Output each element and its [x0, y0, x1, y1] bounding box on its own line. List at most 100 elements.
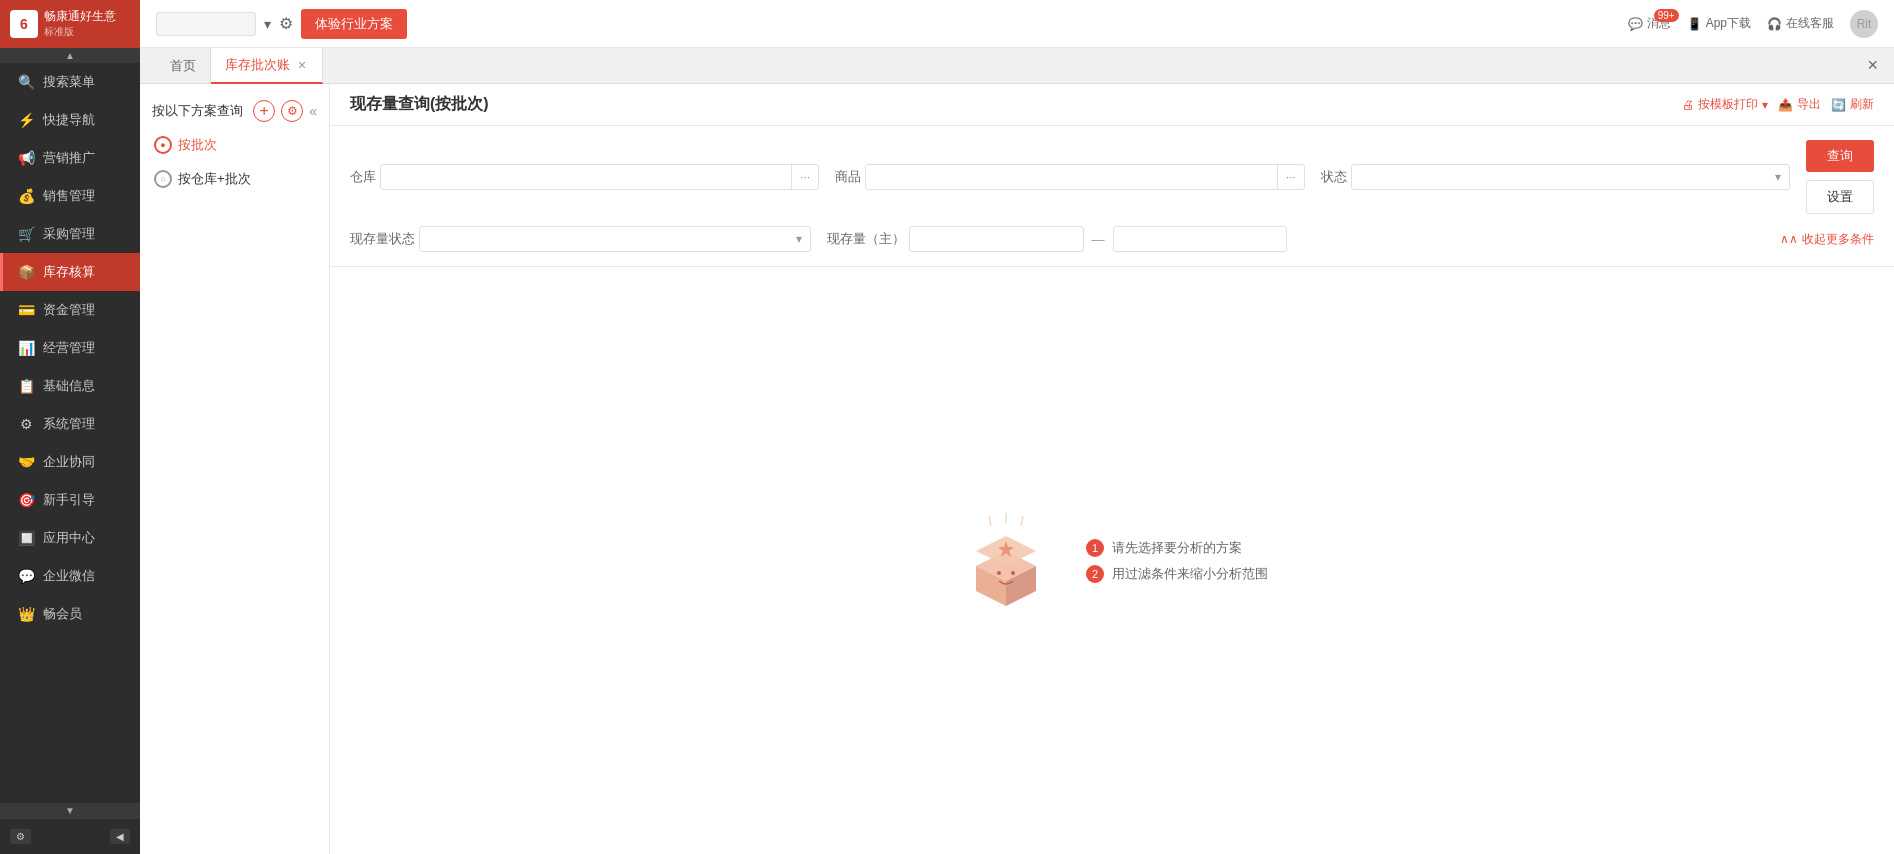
sidebar-item-search[interactable]: 🔍 搜索菜单 — [0, 63, 140, 101]
tab-close-btn[interactable]: × — [296, 57, 308, 73]
newcomer-nav-icon: 🎯 — [17, 491, 35, 509]
sidebar-item-system[interactable]: ⚙ 系统管理 — [0, 405, 140, 443]
sidebar-item-sales[interactable]: 💰 销售管理 — [0, 177, 140, 215]
empty-illustration — [956, 511, 1056, 611]
sidebar-item-enterprise[interactable]: 🤝 企业协同 — [0, 443, 140, 481]
sales-nav-icon: 💰 — [17, 187, 35, 205]
app-edition: 标准版 — [44, 25, 116, 39]
tab-home[interactable]: 首页 — [156, 48, 211, 84]
collapse-label: 收起更多条件 — [1802, 231, 1874, 248]
sidebar-item-label: 库存核算 — [43, 263, 95, 281]
sidebar-item-label: 新手引导 — [43, 491, 95, 509]
sidebar-item-label: 基础信息 — [43, 377, 95, 395]
shortcut-nav-icon: ⚡ — [17, 111, 35, 129]
sidebar-item-operations[interactable]: 📊 经营管理 — [0, 329, 140, 367]
phone-icon: 📱 — [1687, 17, 1702, 31]
status-label: 状态 — [1321, 168, 1347, 186]
sidebar-item-label: 畅会员 — [43, 605, 82, 623]
topbar-dropdown-btn[interactable]: ▾ — [264, 16, 271, 32]
svg-line-9 — [1021, 516, 1023, 526]
sidebar-header: 6 畅康通好生意 标准版 — [0, 0, 140, 48]
warehouse-more-btn[interactable]: ··· — [791, 165, 818, 189]
sidebar-item-label: 营销推广 — [43, 149, 95, 167]
plan-settings-btn[interactable]: ⚙ — [281, 100, 303, 122]
sidebar-item-label: 企业协同 — [43, 453, 95, 471]
stock-qty-label: 现存量（主） — [827, 230, 905, 248]
stock-qty-end-input[interactable] — [1113, 226, 1288, 252]
refresh-btn[interactable]: 🔄 刷新 — [1831, 96, 1874, 113]
warehouse-input[interactable] — [381, 165, 791, 189]
members-nav-icon: 👑 — [17, 605, 35, 623]
user-avatar[interactable]: Rit — [1850, 10, 1878, 38]
print-arrow-icon: ▾ — [1762, 98, 1768, 112]
stock-status-filter: 现存量状态 ▾ — [350, 226, 811, 252]
stock-qty-start-input[interactable] — [909, 226, 1084, 252]
enterprise-nav-icon: 🤝 — [17, 453, 35, 471]
print-icon: 🖨 — [1682, 98, 1694, 112]
panel-collapse-btn[interactable]: « — [309, 100, 317, 122]
svg-point-6 — [1011, 571, 1015, 575]
tip-text-2: 用过滤条件来缩小分析范围 — [1112, 565, 1268, 583]
goods-input[interactable] — [866, 165, 1276, 189]
query-btn[interactable]: 查询 — [1806, 140, 1874, 172]
sidebar-item-label: 应用中心 — [43, 529, 95, 547]
page-header-actions: 🖨 按模板打印 ▾ 📤 导出 🔄 刷新 — [1682, 96, 1874, 113]
empty-state: 1 请先选择要分析的方案 2 用过滤条件来缩小分析范围 — [330, 267, 1894, 854]
topbar: ▾ ⚙ 体验行业方案 💬 消息 99+ 📱 App下载 🎧 在线客服 Rit — [140, 0, 1894, 48]
tab-bar-right: × — [1867, 55, 1878, 76]
status-select[interactable]: ▾ — [1351, 164, 1790, 190]
app-download-btn[interactable]: 📱 App下载 — [1687, 15, 1751, 32]
online-service-btn[interactable]: 🎧 在线客服 — [1767, 15, 1834, 32]
sidebar-settings-btn[interactable]: ⚙ — [10, 829, 31, 844]
tip-num-1: 1 — [1086, 539, 1104, 557]
plan-item-by-batch[interactable]: ● 按批次 — [140, 128, 329, 162]
sidebar-collapse-btn[interactable]: ◀ — [110, 829, 130, 844]
sidebar-footer: ⚙ ◀ — [0, 818, 140, 854]
sidebar-item-inventory[interactable]: 📦 库存核算 — [0, 253, 140, 291]
stock-status-arrow-icon: ▾ — [796, 232, 802, 246]
sidebar-item-label: 资金管理 — [43, 301, 95, 319]
filter-settings-btn[interactable]: 设置 — [1806, 180, 1874, 214]
tab-bar-close-btn[interactable]: × — [1867, 55, 1878, 76]
tab-inventory-batch[interactable]: 库存批次账 × — [211, 48, 323, 84]
goods-more-btn[interactable]: ··· — [1277, 165, 1304, 189]
collapse-more-btn[interactable]: ∧∧ 收起更多条件 — [1780, 231, 1874, 248]
print-label: 按模板打印 — [1698, 96, 1758, 113]
sidebar-item-newcomer[interactable]: 🎯 新手引导 — [0, 481, 140, 519]
empty-content: 1 请先选择要分析的方案 2 用过滤条件来缩小分析范围 — [956, 511, 1268, 611]
add-plan-btn[interactable]: + — [253, 100, 275, 122]
sidebar-item-marketing[interactable]: 📢 营销推广 — [0, 139, 140, 177]
sidebar-item-basic[interactable]: 📋 基础信息 — [0, 367, 140, 405]
sidebar-item-finance[interactable]: 💳 资金管理 — [0, 291, 140, 329]
stock-status-select[interactable]: ▾ — [419, 226, 811, 252]
empty-tip-1: 1 请先选择要分析的方案 — [1086, 539, 1268, 557]
sidebar-scroll-up[interactable]: ▲ — [0, 48, 140, 63]
plan-label: 按仓库+批次 — [178, 170, 251, 188]
sidebar-item-purchase[interactable]: 🛒 采购管理 — [0, 215, 140, 253]
corp-wechat-nav-icon: 💬 — [17, 567, 35, 585]
stock-qty-dash: — — [1084, 232, 1113, 247]
sidebar-item-app-center[interactable]: 🔲 应用中心 — [0, 519, 140, 557]
status-arrow-icon: ▾ — [1775, 170, 1781, 184]
empty-tips: 1 请先选择要分析的方案 2 用过滤条件来缩小分析范围 — [1086, 539, 1268, 583]
topbar-gear-btn[interactable]: ⚙ — [279, 14, 293, 33]
sidebar-item-shortcut[interactable]: ⚡ 快捷导航 — [0, 101, 140, 139]
sidebar-nav: 🔍 搜索菜单 ⚡ 快捷导航 📢 营销推广 💰 销售管理 🛒 采购管理 📦 库存核… — [0, 63, 140, 803]
page-header: 现存量查询(按批次) 🖨 按模板打印 ▾ 📤 导出 🔄 刷新 — [330, 84, 1894, 126]
print-btn[interactable]: 🖨 按模板打印 ▾ — [1682, 96, 1768, 113]
export-btn[interactable]: 📤 导出 — [1778, 96, 1821, 113]
plan-active-icon: ● — [154, 136, 172, 154]
sidebar-item-label: 企业微信 — [43, 567, 95, 585]
sidebar-item-corp-wechat[interactable]: 💬 企业微信 — [0, 557, 140, 595]
svg-line-7 — [989, 516, 991, 526]
sidebar-item-members[interactable]: 👑 畅会员 — [0, 595, 140, 633]
messages-btn[interactable]: 💬 消息 99+ — [1628, 15, 1671, 32]
messages-badge: 99+ — [1654, 9, 1679, 22]
status-filter: 状态 ▾ — [1321, 164, 1790, 190]
right-panel: 现存量查询(按批次) 🖨 按模板打印 ▾ 📤 导出 🔄 刷新 — [330, 84, 1894, 854]
experience-btn[interactable]: 体验行业方案 — [301, 9, 407, 39]
sidebar-scroll-down[interactable]: ▼ — [0, 803, 140, 818]
topbar-search-input[interactable] — [156, 12, 256, 36]
tab-inventory-batch-label: 库存批次账 — [225, 56, 290, 74]
plan-item-by-warehouse-batch[interactable]: ○ 按仓库+批次 — [140, 162, 329, 196]
